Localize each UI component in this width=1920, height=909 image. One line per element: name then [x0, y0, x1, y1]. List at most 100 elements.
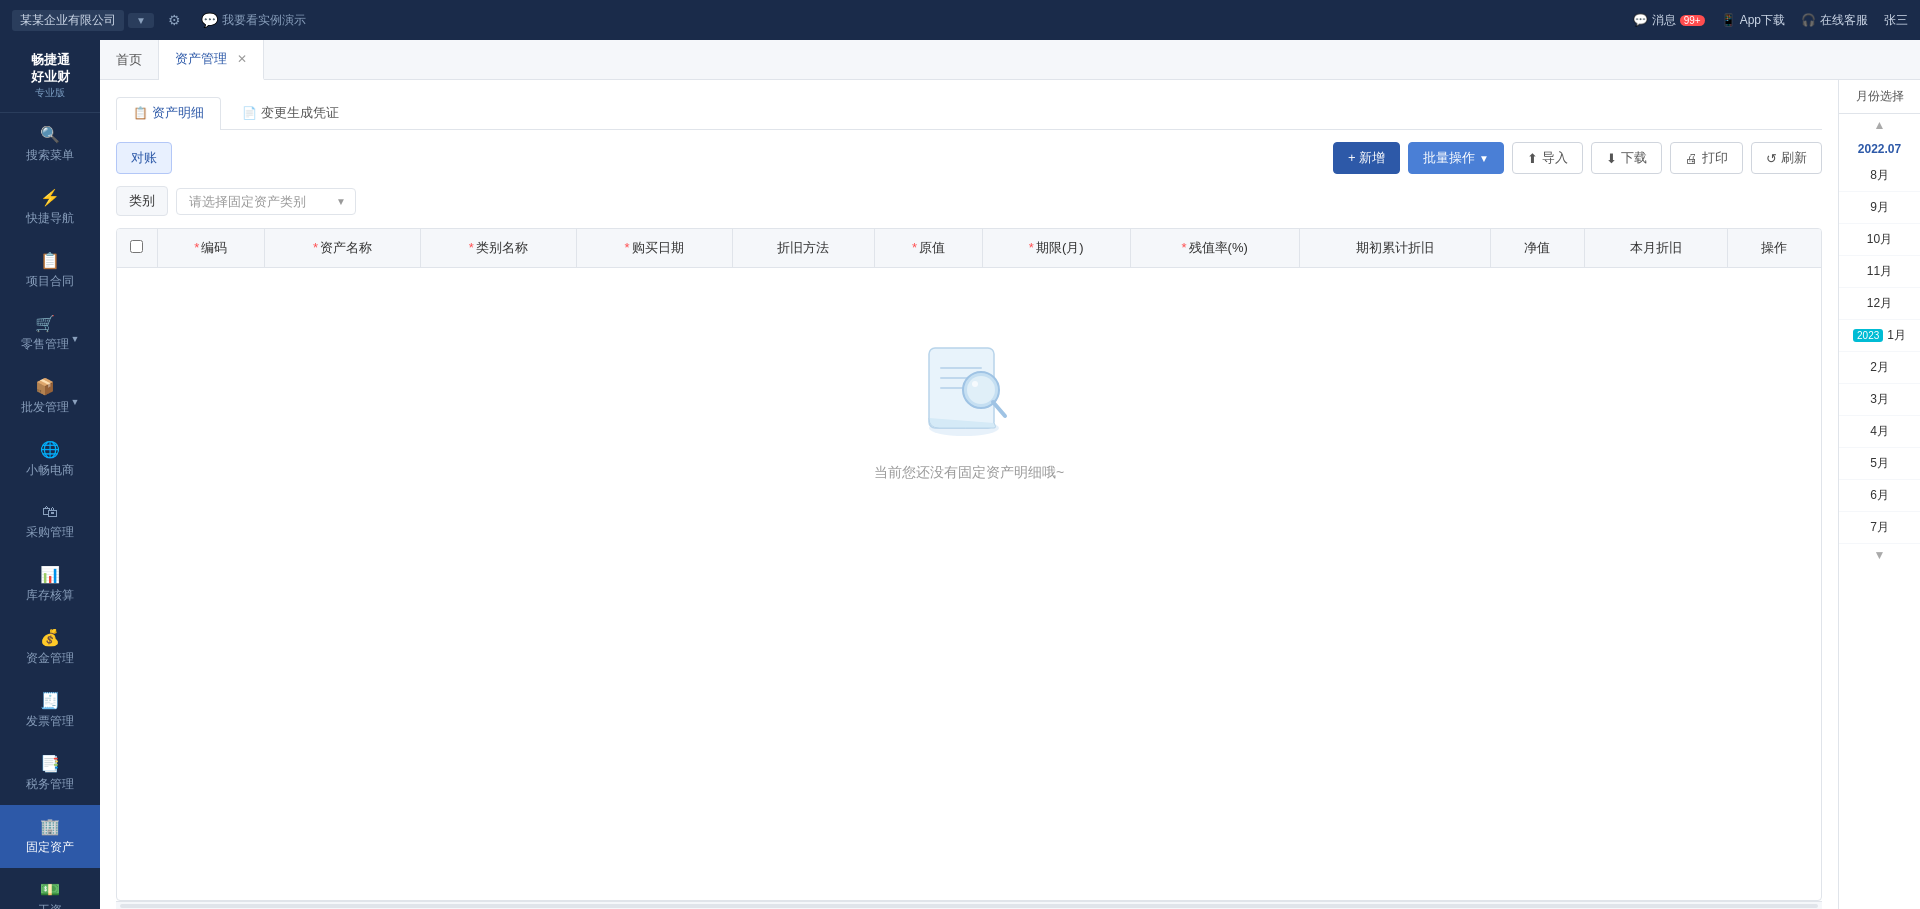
reconcile-button[interactable]: 对账 — [116, 142, 172, 174]
tab-asset-mgmt[interactable]: 资产管理 ✕ — [159, 40, 264, 80]
required-star: * — [469, 240, 474, 255]
bottom-scrollbar[interactable] — [116, 901, 1822, 909]
month-panel-up-arrow[interactable]: ▲ — [1839, 114, 1920, 136]
sidebar-item-search[interactable]: 🔍 搜索菜单 — [0, 113, 100, 176]
th-depreciation-method: 折旧方法 — [732, 229, 875, 268]
message-label: 消息 — [1652, 12, 1676, 29]
message-icon: 💬 — [1633, 13, 1648, 27]
add-button[interactable]: + 新增 — [1333, 142, 1400, 174]
category-label: 类别 — [116, 186, 168, 216]
user-info[interactable]: 张三 — [1884, 12, 1908, 29]
change-voucher-icon: 📄 — [242, 106, 257, 120]
sidebar-item-fixed-asset[interactable]: 🏢 固定资产 — [0, 805, 100, 868]
batch-button[interactable]: 批量操作 ▼ — [1408, 142, 1504, 174]
month-panel-down-arrow[interactable]: ▼ — [1839, 544, 1920, 566]
download-button[interactable]: ⬇ 下载 — [1591, 142, 1662, 174]
required-star: * — [1029, 240, 1034, 255]
th-actions: 操作 — [1727, 229, 1821, 268]
month-item-2023-1[interactable]: 2023 1月 — [1839, 320, 1920, 352]
settings-icon[interactable]: ⚙ — [168, 12, 181, 28]
sidebar: 畅捷通好业财 专业版 🔍 搜索菜单 ⚡ 快捷导航 📋 项目合同 🛒 零售管理 ▼… — [0, 40, 100, 909]
sub-tab-change-voucher-label: 变更生成凭证 — [261, 104, 339, 122]
th-period: *期限(月) — [982, 229, 1130, 268]
import-button[interactable]: ⬆ 导入 — [1512, 142, 1583, 174]
message-btn[interactable]: 💬 消息 99+ — [1633, 12, 1705, 29]
th-code: *编码 — [157, 229, 265, 268]
retail-arrow-icon: ▼ — [71, 334, 80, 344]
th-monthly-depreciation: 本月折旧 — [1585, 229, 1728, 268]
add-label: + 新增 — [1348, 149, 1385, 167]
sidebar-item-retail[interactable]: 🛒 零售管理 ▼ — [0, 302, 100, 365]
month-item-9[interactable]: 9月 — [1839, 192, 1920, 224]
sub-tab-change-voucher[interactable]: 📄 变更生成凭证 — [225, 97, 356, 130]
required-star: * — [313, 240, 318, 255]
print-button[interactable]: 🖨 打印 — [1670, 142, 1743, 174]
tab-asset-mgmt-label: 资产管理 — [175, 50, 227, 68]
asset-detail-icon: 📋 — [133, 106, 148, 120]
month-panel-header: 月份选择 — [1839, 80, 1920, 114]
tab-close-icon[interactable]: ✕ — [237, 52, 247, 66]
month-item-7[interactable]: 7月 — [1839, 512, 1920, 544]
category-select[interactable]: 请选择固定资产类别 — [176, 188, 356, 215]
user-name: 张三 — [1884, 13, 1908, 27]
scrollbar-track — [120, 904, 1818, 908]
sub-tab-asset-detail[interactable]: 📋 资产明细 — [116, 97, 221, 130]
month-item-3[interactable]: 3月 — [1839, 384, 1920, 416]
category-select-wrapper[interactable]: 请选择固定资产类别 — [176, 188, 356, 215]
sub-tabs: 📋 资产明细 📄 变更生成凭证 — [116, 96, 1822, 130]
month-item-11[interactable]: 11月 — [1839, 256, 1920, 288]
content-area: 首页 资产管理 ✕ 📋 资产明细 📄 变更生成凭证 — [100, 40, 1920, 909]
tab-home-label: 首页 — [116, 51, 142, 69]
toolbar: 对账 + 新增 批量操作 ▼ ⬆ 导入 — [116, 142, 1822, 174]
th-name: *资产名称 — [265, 229, 421, 268]
refresh-icon: ↺ — [1766, 151, 1777, 166]
sidebar-item-project[interactable]: 📋 项目合同 — [0, 239, 100, 302]
sidebar-item-tax[interactable]: 📑 税务管理 — [0, 742, 100, 805]
toolbar-right: + 新增 批量操作 ▼ ⬆ 导入 ⬇ 下载 — [1333, 142, 1822, 174]
demo-btn[interactable]: 💬 我要看实例演示 — [201, 12, 306, 29]
company-name: 某某企业有限公司 — [12, 10, 124, 31]
month-item-6[interactable]: 6月 — [1839, 480, 1920, 512]
sidebar-item-ecommerce[interactable]: 🌐 小畅电商 — [0, 428, 100, 491]
month-item-4[interactable]: 4月 — [1839, 416, 1920, 448]
sidebar-item-label: 发票管理 — [26, 713, 74, 730]
company-selector[interactable]: 某某企业有限公司 ▼ — [12, 10, 154, 31]
refresh-button[interactable]: ↺ 刷新 — [1751, 142, 1822, 174]
sidebar-item-salary[interactable]: 💵 工资 — [0, 868, 100, 909]
sidebar-item-quick-nav[interactable]: ⚡ 快捷导航 — [0, 176, 100, 239]
month-item-12[interactable]: 12月 — [1839, 288, 1920, 320]
empty-svg — [909, 328, 1029, 448]
sidebar-item-inventory[interactable]: 📊 库存核算 — [0, 553, 100, 616]
print-label: 打印 — [1702, 149, 1728, 167]
sidebar-item-invoice[interactable]: 🧾 发票管理 — [0, 679, 100, 742]
sidebar-item-label: 搜索菜单 — [26, 147, 74, 164]
sub-tab-asset-detail-label: 资产明细 — [152, 104, 204, 122]
sidebar-item-purchase[interactable]: 🛍 采购管理 — [0, 491, 100, 553]
sidebar-item-wholesale[interactable]: 📦 批发管理 ▼ — [0, 365, 100, 428]
month-item-5[interactable]: 5月 — [1839, 448, 1920, 480]
top-bar-right: 💬 消息 99+ 📱 App下载 🎧 在线客服 张三 — [1633, 12, 1908, 29]
main-layout: 畅捷通好业财 专业版 🔍 搜索菜单 ⚡ 快捷导航 📋 项目合同 🛒 零售管理 ▼… — [0, 40, 1920, 909]
sidebar-item-finance[interactable]: 💰 资金管理 — [0, 616, 100, 679]
svg-line-8 — [993, 402, 1005, 416]
sidebar-item-label: 采购管理 — [26, 524, 74, 541]
app-name: 畅捷通好业财 — [8, 52, 92, 86]
app-download-btn[interactable]: 📱 App下载 — [1721, 12, 1785, 29]
demo-icon: 💬 — [201, 12, 218, 28]
table-header-row: *编码 *资产名称 *类别名称 *购买日期 折旧方法 *原值 *期限(月) *残… — [117, 229, 1821, 268]
tab-home[interactable]: 首页 — [100, 40, 159, 80]
search-icon: 🔍 — [40, 125, 60, 144]
category-filter: 类别 请选择固定资产类别 — [116, 186, 1822, 216]
empty-text: 当前您还没有固定资产明细哦~ — [874, 464, 1064, 482]
required-star: * — [194, 240, 199, 255]
headset-icon: 🎧 — [1801, 13, 1816, 27]
required-star: * — [912, 240, 917, 255]
online-service-btn[interactable]: 🎧 在线客服 — [1801, 12, 1868, 29]
month-item-10[interactable]: 10月 — [1839, 224, 1920, 256]
select-all-checkbox[interactable] — [130, 240, 143, 253]
sidebar-item-label: 库存核算 — [26, 587, 74, 604]
asset-table-wrapper: *编码 *资产名称 *类别名称 *购买日期 折旧方法 *原值 *期限(月) *残… — [116, 228, 1822, 901]
demo-text: 我要看实例演示 — [222, 12, 306, 29]
month-item-2[interactable]: 2月 — [1839, 352, 1920, 384]
month-item-8[interactable]: 8月 — [1839, 160, 1920, 192]
